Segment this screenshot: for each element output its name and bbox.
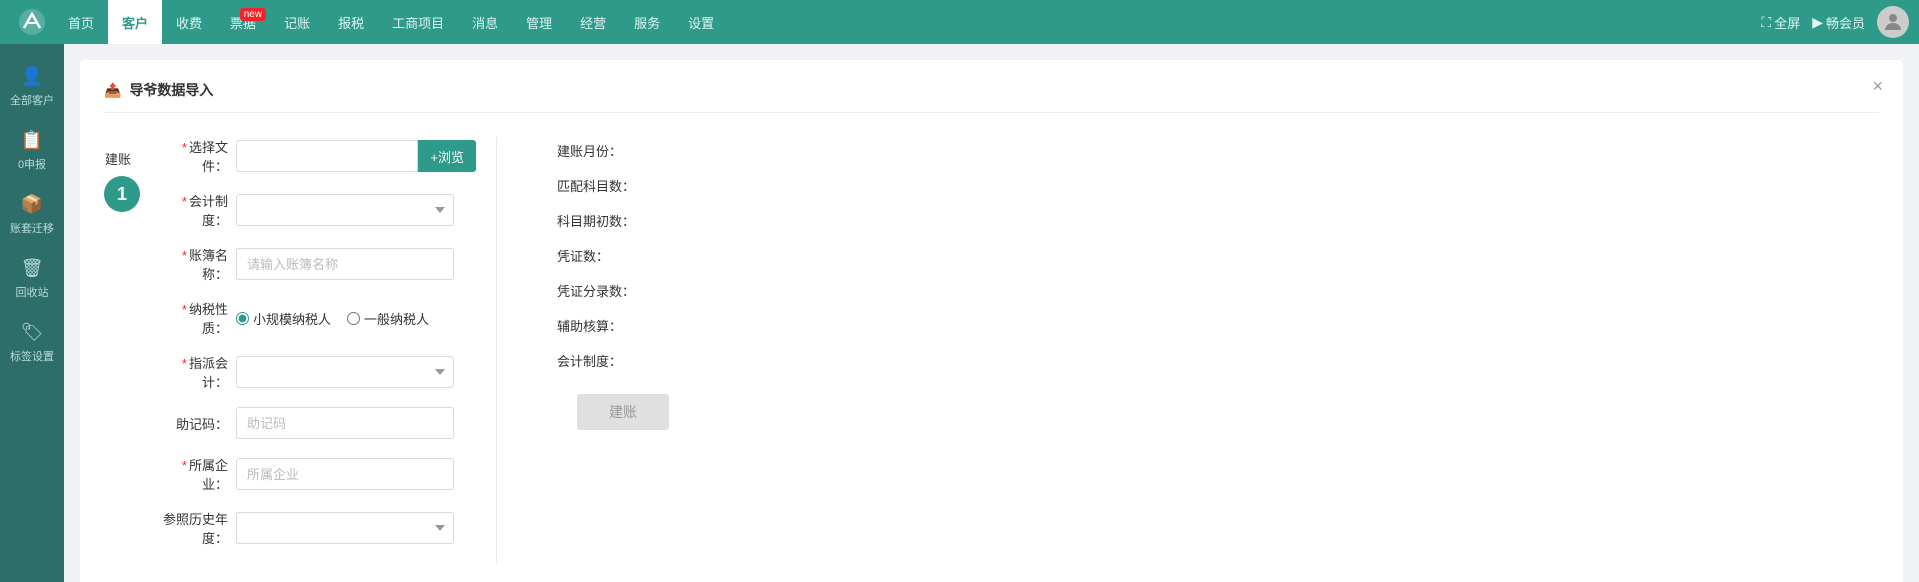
memo-code-row: 助记码： — [156, 407, 476, 439]
close-button[interactable]: × — [1872, 76, 1883, 97]
main-layout: 👤 全部客户 📋 0申报 📦 账套迁移 🗑 回收站 🏷 标签设置 📤 导爷数据导… — [0, 44, 1919, 582]
declaration-label: 0申报 — [18, 156, 46, 172]
nav-item-manage[interactable]: 管理 — [512, 0, 566, 44]
topnav-right: ⛶ 全屏 ▶ 畅会员 — [1761, 6, 1909, 38]
nav-item-message[interactable]: 消息 — [458, 0, 512, 44]
nav-item-invoice[interactable]: 票据new — [216, 0, 270, 44]
info-label-5: 辅助核算： — [557, 316, 647, 335]
nav-item-fee[interactable]: 收费 — [162, 0, 216, 44]
nav-item-bizitem[interactable]: 工商项目 — [378, 0, 458, 44]
top-navigation: 首页客户收费票据new记账报税工商项目消息管理经营服务设置 ⛶ 全屏 ▶ 畅会员 — [0, 0, 1919, 44]
info-label-6: 会计制度： — [557, 351, 647, 370]
dialog-title-icon: 📤 — [104, 82, 121, 99]
file-input-wrapper: +浏览 — [236, 140, 476, 172]
form-fields: 选择文件： +浏览 会计制度： — [156, 137, 476, 563]
tags-label: 标签设置 — [10, 348, 54, 364]
sidebar-item-declaration[interactable]: 📋 0申报 — [0, 118, 64, 182]
company-row: 所属企业： — [156, 455, 476, 493]
info-label-0: 建账月份： — [557, 141, 647, 160]
tax-general-label[interactable]: 一般纳税人 — [347, 309, 429, 328]
tags-icon: 🏷 — [20, 320, 44, 344]
info-label-4: 凭证分录数： — [557, 281, 647, 300]
nav-item-operation[interactable]: 经营 — [566, 0, 620, 44]
info-panel: 建账月份： 匹配科目数： 科目期初数： 凭证数： 凭证分录数： 辅助核算： 会计… — [517, 137, 837, 563]
info-row-4: 凭证分录数： — [557, 281, 837, 300]
sidebar-item-tags[interactable]: 🏷 标签设置 — [0, 310, 64, 374]
sidebar-item-all-customers[interactable]: 👤 全部客户 — [0, 54, 64, 118]
info-label-1: 匹配科目数： — [557, 176, 647, 195]
recycle-label: 回收站 — [16, 284, 49, 300]
memo-code-input[interactable] — [236, 407, 454, 439]
ledger-name-row: 账簿名称： — [156, 245, 476, 283]
info-row-3: 凭证数： — [557, 246, 837, 265]
nav-item-customer[interactable]: 客户 — [108, 0, 162, 44]
info-row-2: 科目期初数： — [557, 211, 837, 230]
file-input[interactable] — [236, 140, 418, 172]
vertical-divider — [496, 137, 497, 563]
tax-type-radio-group: 小规模纳税人 一般纳税人 — [236, 309, 476, 328]
all-customers-icon: 👤 — [20, 64, 44, 88]
accounting-system-row: 会计制度： — [156, 191, 476, 229]
content-area: 📤 导爷数据导入 × 建账 1 选择文件： — [64, 44, 1919, 582]
info-label-3: 凭证数： — [557, 246, 647, 265]
tax-type-row: 纳税性质： 小规模纳税人 一般纳税人 — [156, 299, 476, 337]
sidebar-item-migration[interactable]: 📦 账套迁移 — [0, 182, 64, 246]
step-badge: 1 — [104, 176, 140, 212]
memo-code-label: 助记码： — [156, 414, 236, 433]
vip-btn[interactable]: ▶ 畅会员 — [1812, 13, 1865, 32]
step-label: 建账 — [105, 149, 131, 168]
nav-item-service[interactable]: 服务 — [620, 0, 674, 44]
app-logo[interactable] — [10, 0, 54, 44]
info-row-0: 建账月份： — [557, 141, 837, 160]
tax-general-radio[interactable] — [347, 312, 360, 325]
accountant-label: 指派会计： — [156, 353, 236, 391]
tax-type-label: 纳税性质： — [156, 299, 236, 337]
dialog-card: 📤 导爷数据导入 × 建账 1 选择文件： — [80, 60, 1903, 582]
submit-button[interactable]: 建账 — [577, 394, 669, 430]
ledger-name-label: 账簿名称： — [156, 245, 236, 283]
company-label: 所属企业： — [156, 455, 236, 493]
info-row-1: 匹配科目数： — [557, 176, 837, 195]
migration-icon: 📦 — [20, 192, 44, 216]
accountant-row: 指派会计： — [156, 353, 476, 391]
info-label-2: 科目期初数： — [557, 211, 647, 230]
migration-label: 账套迁移 — [10, 220, 54, 236]
form-wrapper: 建账 1 选择文件： +浏览 — [104, 137, 1879, 563]
dialog-title: 导爷数据导入 — [129, 80, 213, 100]
recycle-icon: 🗑 — [20, 256, 44, 280]
sidebar: 👤 全部客户 📋 0申报 📦 账套迁移 🗑 回收站 🏷 标签设置 — [0, 44, 64, 582]
fullscreen-btn[interactable]: ⛶ 全屏 — [1761, 13, 1800, 32]
all-customers-label: 全部客户 — [10, 92, 54, 108]
browse-button[interactable]: +浏览 — [418, 140, 476, 172]
tax-small-label[interactable]: 小规模纳税人 — [236, 309, 331, 328]
nav-item-ledger[interactable]: 记账 — [270, 0, 324, 44]
avatar[interactable] — [1877, 6, 1909, 38]
nav-item-home[interactable]: 首页 — [54, 0, 108, 44]
nav-item-settings[interactable]: 设置 — [674, 0, 728, 44]
ledger-name-input[interactable] — [236, 248, 454, 280]
history-year-row: 参照历史年度： — [156, 509, 476, 547]
file-row: 选择文件： +浏览 — [156, 137, 476, 175]
file-label: 选择文件： — [156, 137, 236, 175]
info-row-5: 辅助核算： — [557, 316, 837, 335]
accounting-system-select[interactable] — [236, 194, 454, 226]
declaration-icon: 📋 — [20, 128, 44, 152]
dialog-header: 📤 导爷数据导入 — [104, 80, 1879, 113]
sidebar-item-recycle[interactable]: 🗑 回收站 — [0, 246, 64, 310]
tax-small-radio[interactable] — [236, 312, 249, 325]
company-input[interactable] — [236, 458, 454, 490]
accounting-system-label: 会计制度： — [156, 191, 236, 229]
history-year-select[interactable] — [236, 512, 454, 544]
form-left: 建账 1 选择文件： +浏览 — [104, 137, 476, 563]
accountant-select[interactable] — [236, 356, 454, 388]
info-row-6: 会计制度： — [557, 351, 837, 370]
nav-item-tax[interactable]: 报税 — [324, 0, 378, 44]
history-year-label: 参照历史年度： — [156, 509, 236, 547]
